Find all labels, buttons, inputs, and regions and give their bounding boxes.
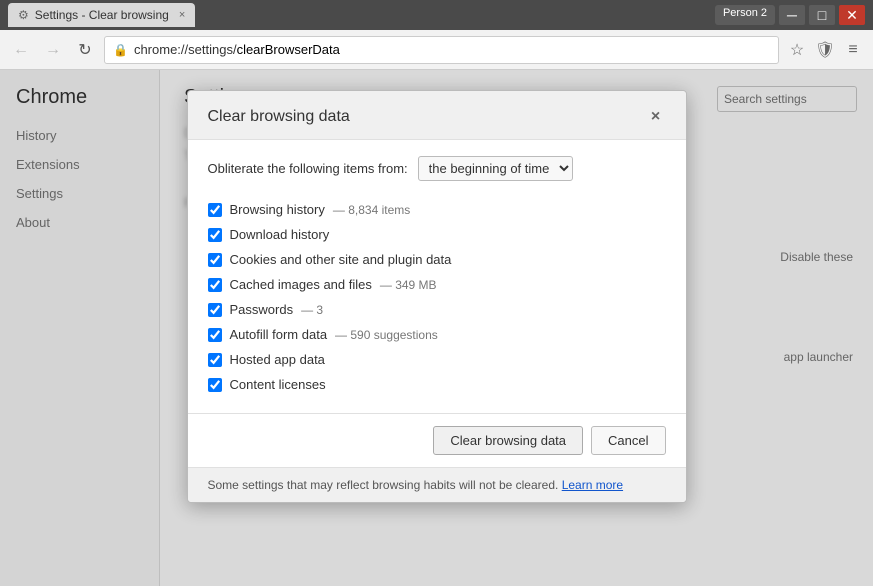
titlebar: ⚙ Settings - Clear browsing × Person 2 ─… bbox=[0, 0, 873, 30]
titlebar-controls: Person 2 ─ □ ✕ bbox=[715, 5, 865, 25]
checkbox-autofill: Autofill form data — 590 suggestions bbox=[208, 322, 666, 347]
checkbox-hosted-app-input[interactable] bbox=[208, 353, 222, 367]
checkbox-cached-input[interactable] bbox=[208, 278, 222, 292]
url-prefix: chrome://settings/ bbox=[134, 42, 237, 57]
address-bar[interactable]: 🔒 chrome://settings/clearBrowserData bbox=[104, 36, 779, 64]
checkbox-cookies: Cookies and other site and plugin data bbox=[208, 247, 666, 272]
checkbox-autofill-label: Autofill form data bbox=[230, 327, 328, 342]
clear-browsing-dialog: Clear browsing data × Obliterate the fol… bbox=[187, 90, 687, 503]
checkbox-content-licenses: Content licenses bbox=[208, 372, 666, 397]
obliterate-label: Obliterate the following items from: bbox=[208, 161, 408, 176]
checkbox-hosted-app-label: Hosted app data bbox=[230, 352, 325, 367]
checkbox-autofill-input[interactable] bbox=[208, 328, 222, 342]
dialog-title: Clear browsing data bbox=[208, 108, 350, 126]
checkbox-cookies-input[interactable] bbox=[208, 253, 222, 267]
checkbox-browsing-history: Browsing history — 8,834 items bbox=[208, 197, 666, 222]
clear-browsing-data-button[interactable]: Clear browsing data bbox=[433, 426, 583, 455]
checkbox-browsing-history-input[interactable] bbox=[208, 203, 222, 217]
time-range-row: Obliterate the following items from: the… bbox=[208, 156, 666, 181]
passwords-count: — 3 bbox=[301, 303, 323, 317]
tab-title: Settings - Clear browsing bbox=[35, 8, 169, 22]
time-range-select[interactable]: the beginning of time the past hour the … bbox=[418, 156, 573, 181]
checkbox-cached: Cached images and files — 349 MB bbox=[208, 272, 666, 297]
dialog-footer-note: Some settings that may reflect browsing … bbox=[188, 467, 686, 502]
dialog-footer-buttons: Clear browsing data Cancel bbox=[188, 413, 686, 467]
checkbox-passwords: Passwords — 3 bbox=[208, 297, 666, 322]
cancel-button[interactable]: Cancel bbox=[591, 426, 665, 455]
url-bold: clearBrowserData bbox=[237, 42, 340, 57]
restore-button[interactable]: □ bbox=[809, 5, 835, 25]
forward-button[interactable]: → bbox=[40, 37, 66, 63]
dialog-body: Obliterate the following items from: the… bbox=[188, 140, 686, 413]
menu-icon[interactable]: ≡ bbox=[841, 38, 865, 62]
checkbox-content-licenses-input[interactable] bbox=[208, 378, 222, 392]
checkbox-passwords-label: Passwords bbox=[230, 302, 294, 317]
address-bar-actions: ☆ 🛡 ≡ bbox=[785, 38, 865, 62]
checkbox-hosted-app: Hosted app data bbox=[208, 347, 666, 372]
minimize-button[interactable]: ─ bbox=[779, 5, 805, 25]
checkbox-download-history-label: Download history bbox=[230, 227, 330, 242]
shield-icon[interactable]: 🛡 bbox=[813, 38, 837, 62]
checkbox-browsing-history-label: Browsing history bbox=[230, 202, 325, 217]
dialog-close-button[interactable]: × bbox=[646, 107, 666, 127]
person-button[interactable]: Person 2 bbox=[715, 5, 775, 25]
navbar: ← → ↻ 🔒 chrome://settings/clearBrowserDa… bbox=[0, 30, 873, 70]
active-tab[interactable]: ⚙ Settings - Clear browsing × bbox=[8, 3, 195, 27]
page-icon: 🔒 bbox=[113, 43, 128, 57]
url-display: chrome://settings/clearBrowserData bbox=[134, 42, 770, 57]
checkbox-cookies-label: Cookies and other site and plugin data bbox=[230, 252, 452, 267]
tab-close-button[interactable]: × bbox=[179, 9, 185, 21]
star-icon[interactable]: ☆ bbox=[785, 38, 809, 62]
browsing-history-count: — 8,834 items bbox=[333, 203, 410, 217]
autofill-count: — 590 suggestions bbox=[335, 328, 438, 342]
checkbox-download-history: Download history bbox=[208, 222, 666, 247]
footer-note-text: Some settings that may reflect browsing … bbox=[208, 478, 559, 492]
checkbox-cached-label: Cached images and files bbox=[230, 277, 372, 292]
checkbox-content-licenses-label: Content licenses bbox=[230, 377, 326, 392]
modal-overlay: Clear browsing data × Obliterate the fol… bbox=[0, 70, 873, 586]
checkbox-passwords-input[interactable] bbox=[208, 303, 222, 317]
learn-more-link[interactable]: Learn more bbox=[562, 478, 623, 492]
close-button[interactable]: ✕ bbox=[839, 5, 865, 25]
checkbox-download-history-input[interactable] bbox=[208, 228, 222, 242]
dialog-header: Clear browsing data × bbox=[188, 91, 686, 140]
back-button[interactable]: ← bbox=[8, 37, 34, 63]
tab-icon: ⚙ bbox=[18, 8, 29, 22]
cached-count: — 349 MB bbox=[380, 278, 437, 292]
tab-area: ⚙ Settings - Clear browsing × bbox=[8, 3, 709, 27]
refresh-button[interactable]: ↻ bbox=[72, 37, 98, 63]
